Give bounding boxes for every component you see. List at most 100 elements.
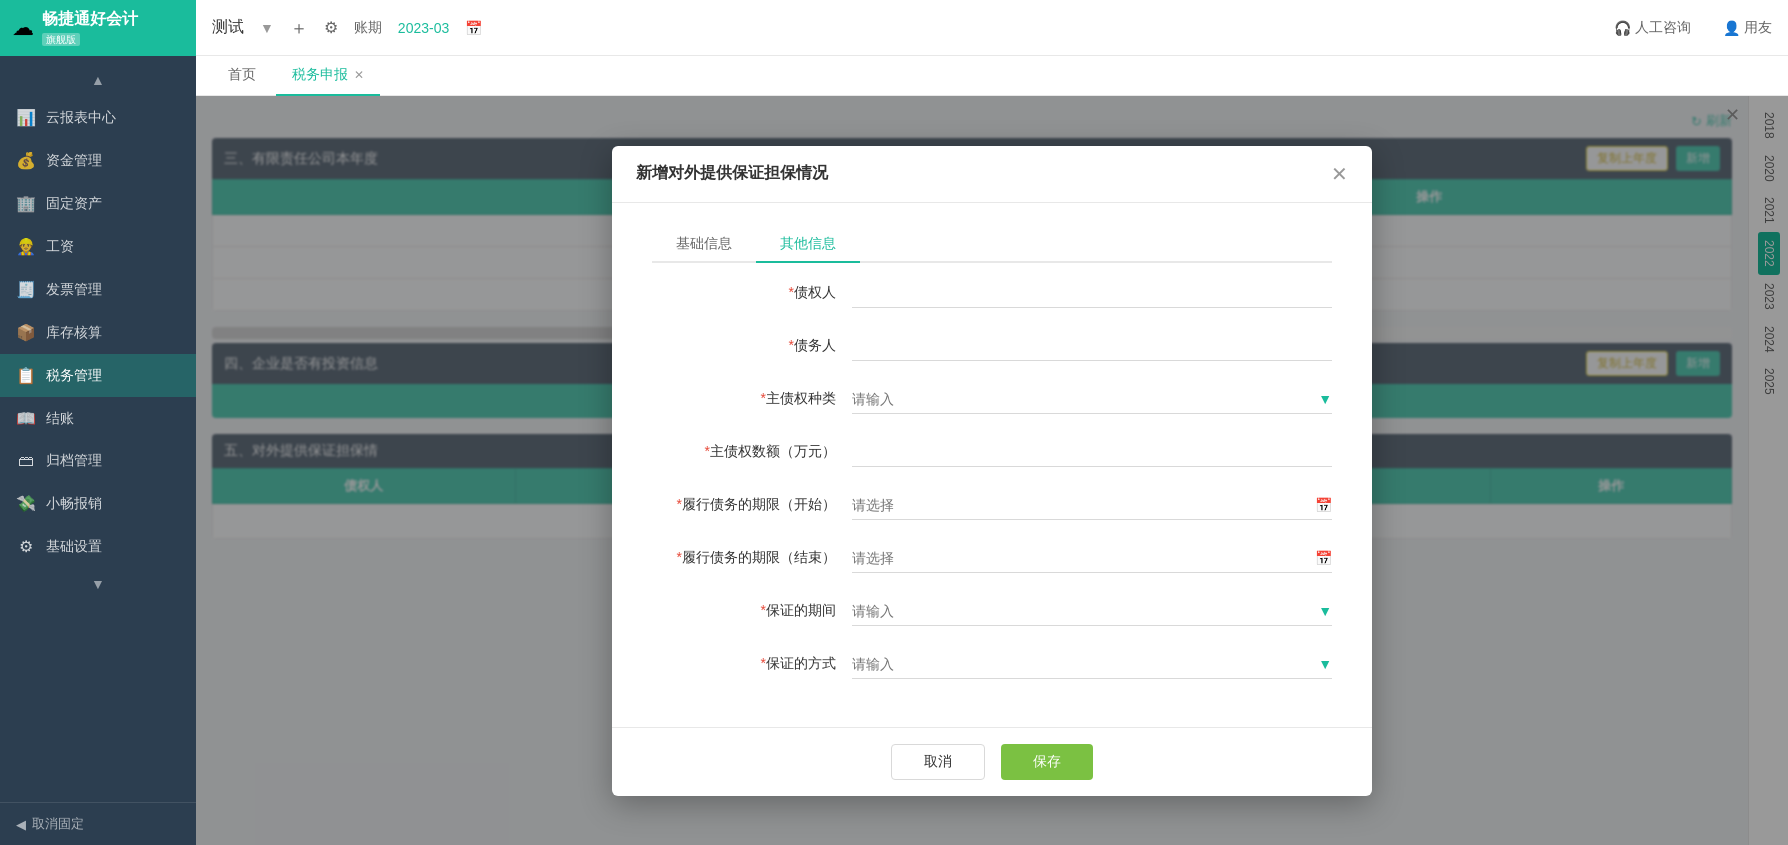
sidebar-item-label: 固定资产 [46,195,102,213]
tab-tax-report[interactable]: 税务申报 ✕ [276,56,380,96]
guarantee-method-chevron-icon[interactable]: ▼ [1318,656,1332,672]
modal-footer: 取消 保存 [612,727,1372,796]
sidebar-cancel-fixed-button[interactable]: ◀ 取消固定 [0,802,196,845]
left-arrow-icon: ◀ [16,817,26,832]
guarantee-period-input[interactable] [852,603,1318,619]
add-button[interactable]: ＋ [290,16,308,40]
sidebar-item-payroll[interactable]: 👷 工资 [0,225,196,268]
sidebar-bottom-label: 取消固定 [32,815,84,833]
creditor-input[interactable] [852,279,1332,308]
period-value: 2023-03 [398,20,449,36]
support-button[interactable]: 🎧 人工咨询 [1614,19,1691,37]
expense-icon: 💸 [16,494,36,513]
user-icon: 👤 [1723,20,1740,36]
user-label: 用友 [1744,19,1772,37]
sidebar-nav: ▲ 📊 云报表中心 💰 资金管理 🏢 固定资产 👷 工资 🧾 发票管理 [0,56,196,802]
support-label: 人工咨询 [1635,19,1691,37]
sidebar-item-tax-mgmt[interactable]: 📋 税务管理 [0,354,196,397]
sidebar-item-expense[interactable]: 💸 小畅报销 [0,482,196,525]
modal-close-button[interactable]: ✕ [1331,162,1348,186]
guarantee-period-label: *保证的期间 [652,602,852,620]
form-field-guarantee-period: *保证的期间 ▼ [652,597,1332,626]
sub-tab-basic[interactable]: 基础信息 [652,227,756,261]
project-name: 测试 [212,17,244,38]
sidebar-item-fund-mgmt[interactable]: 💰 资金管理 [0,139,196,182]
sub-tab-basic-label: 基础信息 [676,235,732,251]
archive-icon: 🗃 [16,452,36,470]
tabbar: 首页 税务申报 ✕ [196,56,1788,96]
sidebar-item-label: 税务管理 [46,367,102,385]
cancel-button[interactable]: 取消 [891,744,985,780]
sidebar-item-archive-mgmt[interactable]: 🗃 归档管理 [0,440,196,482]
creditor-label: *债权人 [652,284,852,302]
logo-name: 畅捷通好会计 [42,9,138,30]
sidebar-item-label: 云报表中心 [46,109,116,127]
guarantee-method-label: *保证的方式 [652,655,852,673]
sidebar-item-label: 基础设置 [46,538,102,556]
sub-tab-other[interactable]: 其他信息 [756,227,860,263]
modal-header: 新增对外提供保证担保情况 ✕ [612,146,1372,203]
project-chevron-icon[interactable]: ▼ [260,20,274,36]
period-start-date-wrapper: 📅 [852,491,1332,520]
claim-type-input[interactable] [852,391,1318,407]
form-field-debtor: *债务人 [652,332,1332,361]
guarantee-method-input[interactable] [852,656,1318,672]
form-field-guarantee-method: *保证的方式 ▼ [652,650,1332,679]
save-button[interactable]: 保存 [1001,744,1093,780]
sidebar-item-accounting[interactable]: 📖 结账 [0,397,196,440]
period-end-input[interactable] [852,550,1315,566]
sidebar-logo: ☁ 畅捷通好会计 旗舰版 [0,0,196,56]
scroll-up-button[interactable]: ▲ [0,64,196,96]
tab-close-icon[interactable]: ✕ [354,68,364,82]
claim-amount-input[interactable] [852,438,1332,467]
logo-icon: ☁ [12,15,34,41]
form-field-creditor: *债权人 [652,279,1332,308]
sidebar-item-label: 发票管理 [46,281,102,299]
form-field-period-start: *履行债务的期限（开始） 📅 [652,491,1332,520]
tab-tax-report-label: 税务申报 [292,66,348,84]
period-end-calendar-icon[interactable]: 📅 [1315,550,1332,566]
inventory-icon: 📦 [16,323,36,342]
content-area: ↻ 刷新 三、有限责任公司本年度 复制上年度 新增 [196,96,1788,845]
guarantee-period-chevron-icon[interactable]: ▼ [1318,603,1332,619]
settings-icon: ⚙ [16,537,36,556]
sidebar-item-basic-settings[interactable]: ⚙ 基础设置 [0,525,196,568]
form-field-claim-type: *主债权种类 ▼ [652,385,1332,414]
sidebar-item-cloud-reports[interactable]: 📊 云报表中心 [0,96,196,139]
guarantee-method-select-wrapper: ▼ [852,650,1332,679]
guarantee-period-select-wrapper: ▼ [852,597,1332,626]
fund-mgmt-icon: 💰 [16,151,36,170]
settings-button[interactable]: ⚙ [324,18,338,37]
period-start-calendar-icon[interactable]: 📅 [1315,497,1332,513]
period-start-input[interactable] [852,497,1315,513]
form-field-period-end: *履行债务的期限（结束） 📅 [652,544,1332,573]
fixed-assets-icon: 🏢 [16,194,36,213]
sidebar-item-invoice-mgmt[interactable]: 🧾 发票管理 [0,268,196,311]
sidebar-item-label: 小畅报销 [46,495,102,513]
sub-tab-other-label: 其他信息 [780,235,836,251]
debtor-label: *债务人 [652,337,852,355]
scroll-down-button[interactable]: ▼ [0,568,196,600]
period-end-date-wrapper: 📅 [852,544,1332,573]
debtor-input[interactable] [852,332,1332,361]
sidebar-item-label: 归档管理 [46,452,102,470]
period-end-label: *履行债务的期限（结束） [652,549,852,567]
sidebar-item-inventory[interactable]: 📦 库存核算 [0,311,196,354]
user-button[interactable]: 👤 用友 [1723,19,1772,37]
tax-icon: 📋 [16,366,36,385]
calendar-icon[interactable]: 📅 [465,20,482,36]
sidebar-item-label: 结账 [46,410,74,428]
modal-title: 新增对外提供保证担保情况 [636,163,828,184]
claim-amount-label: *主债权数额（万元） [652,443,852,461]
sidebar: ☁ 畅捷通好会计 旗舰版 ▲ 📊 云报表中心 💰 资金管理 🏢 固定资产 � [0,0,196,845]
claim-type-select-wrapper: ▼ [852,385,1332,414]
tab-home-label: 首页 [228,66,256,84]
payroll-icon: 👷 [16,237,36,256]
headset-icon: 🎧 [1614,20,1631,36]
logo-badge: 旗舰版 [42,33,80,46]
accounting-icon: 📖 [16,409,36,428]
claim-type-chevron-icon[interactable]: ▼ [1318,391,1332,407]
sidebar-item-fixed-assets[interactable]: 🏢 固定资产 [0,182,196,225]
tab-home[interactable]: 首页 [212,56,272,96]
claim-type-label: *主债权种类 [652,390,852,408]
